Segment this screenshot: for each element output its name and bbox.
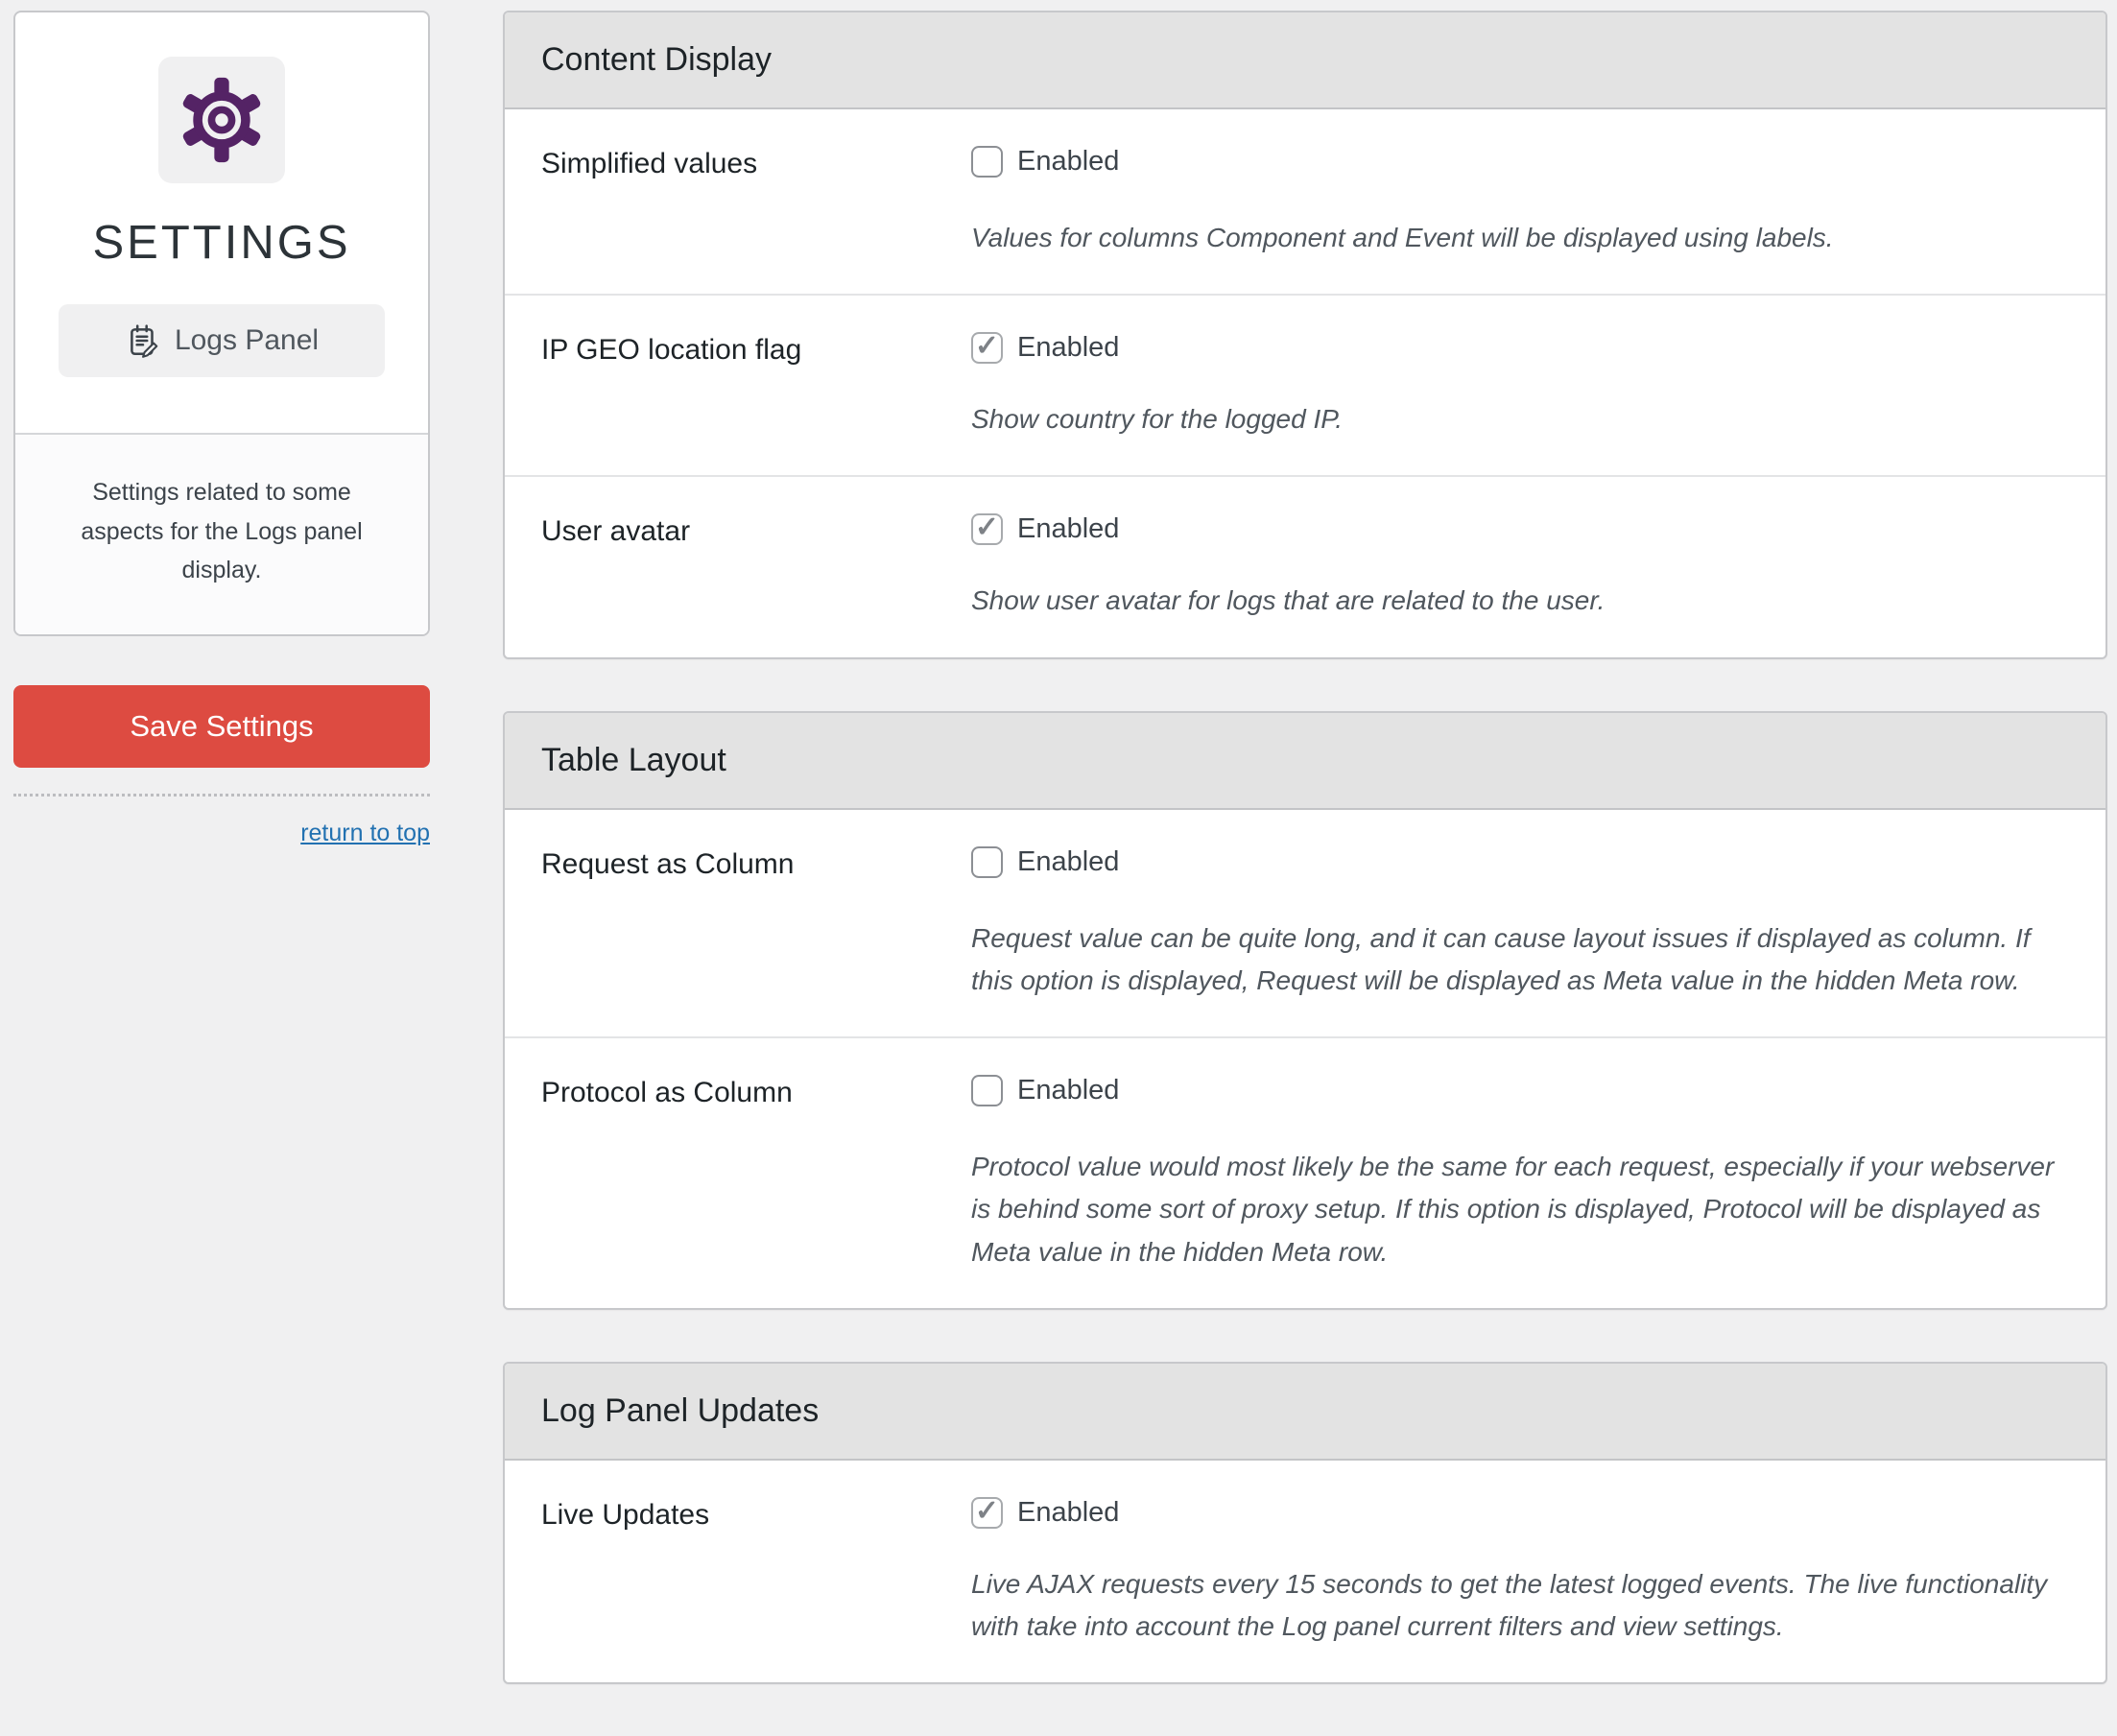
logs-panel-label: Logs Panel: [174, 324, 320, 356]
setting-description: Values for columns Component and Event w…: [971, 223, 1834, 252]
enabled-label: Enabled: [1017, 332, 1120, 364]
enabled-checkbox[interactable]: [971, 332, 1003, 365]
setting-description: Live AJAX requests every 15 seconds to g…: [971, 1568, 2048, 1642]
enabled-checkbox[interactable]: [971, 1075, 1003, 1107]
settings-gear-tile: [158, 57, 285, 183]
setting-description: Protocol value would most likely be the …: [971, 1152, 2055, 1267]
enabled-label: Enabled: [1017, 146, 1120, 177]
enabled-label: Enabled: [1017, 845, 1120, 877]
setting-description: Request value can be quite long, and it …: [971, 922, 2031, 995]
setting-label: Protocol as Column: [541, 1077, 793, 1109]
section-title: Content Display: [541, 41, 773, 78]
enabled-option[interactable]: Enabled: [971, 1075, 1120, 1107]
logs-panel-button[interactable]: Logs Panel: [59, 304, 385, 377]
section-table-layout: Table Layout Request as Column Enabled R…: [503, 710, 2107, 1310]
section-title: Log Panel Updates: [541, 1391, 820, 1429]
setting-label: Request as Column: [541, 847, 795, 880]
setting-row-protocol-as-column: Protocol as Column Enabled Protocol valu…: [505, 1038, 2105, 1308]
enabled-option[interactable]: Enabled: [971, 332, 1120, 365]
enabled-label: Enabled: [1017, 1075, 1120, 1106]
return-to-top-link[interactable]: return to top: [13, 820, 430, 847]
section-log-panel-updates: Log Panel Updates Live Updates Enabled L…: [503, 1361, 2107, 1685]
setting-label: Live Updates: [541, 1498, 710, 1531]
setting-control: Enabled Values for columns Component and…: [971, 146, 2069, 267]
save-settings-button[interactable]: Save Settings: [13, 684, 430, 768]
enabled-option[interactable]: Enabled: [971, 1496, 1120, 1529]
sidebar-title: SETTINGS: [92, 217, 351, 269]
section-header: Content Display: [505, 12, 2105, 109]
setting-control: Enabled Live AJAX requests every 15 seco…: [971, 1496, 2069, 1655]
setting-row-request-as-column: Request as Column Enabled Request value …: [505, 810, 2105, 1039]
setting-label: User avatar: [541, 515, 691, 548]
setting-row-live-updates: Live Updates Enabled Live AJAX requests …: [505, 1461, 2105, 1682]
enabled-checkbox[interactable]: [971, 1496, 1003, 1529]
setting-control: Enabled Show user avatar for logs that a…: [971, 513, 2069, 630]
enabled-label: Enabled: [1017, 1496, 1120, 1528]
main-content: Content Display Simplified values Enable…: [503, 11, 2107, 1736]
settings-card: SETTINGS Logs Panel Settings related to …: [13, 11, 430, 636]
enabled-label: Enabled: [1017, 513, 1120, 545]
section-header: Log Panel Updates: [505, 1363, 2105, 1461]
setting-description: Show country for the logged IP.: [971, 404, 1344, 435]
setting-control: Enabled Request value can be quite long,…: [971, 845, 2069, 1010]
enabled-checkbox[interactable]: [971, 513, 1003, 546]
settings-page: SETTINGS Logs Panel Settings related to …: [0, 0, 2117, 1685]
enabled-option[interactable]: Enabled: [971, 146, 1119, 178]
enabled-option[interactable]: Enabled: [971, 845, 1120, 878]
section-title: Table Layout: [541, 741, 726, 778]
gear-icon: [182, 77, 261, 163]
section-content-display: Content Display Simplified values Enable…: [503, 11, 2107, 659]
section-header: Table Layout: [505, 712, 2105, 810]
setting-row-simplified-values: Simplified values Enabled Values for col…: [505, 109, 2105, 297]
setting-control: Enabled Show country for the logged IP.: [971, 332, 2069, 448]
enabled-option[interactable]: Enabled: [971, 513, 1120, 546]
sidebar-divider: [13, 793, 430, 797]
setting-label: IP GEO location flag: [541, 334, 802, 367]
setting-label: Simplified values: [541, 148, 758, 179]
setting-row-ip-geo-location-flag: IP GEO location flag Enabled Show countr…: [505, 296, 2105, 478]
setting-row-user-avatar: User avatar Enabled Show user avatar for…: [505, 477, 2105, 656]
enabled-checkbox[interactable]: [971, 146, 1003, 178]
enabled-checkbox[interactable]: [971, 845, 1003, 878]
notepad-pen-icon: [131, 324, 158, 358]
setting-control: Enabled Protocol value would most likely…: [971, 1075, 2069, 1281]
sidebar: SETTINGS Logs Panel Settings related to …: [13, 11, 430, 847]
sidebar-description: Settings related to some aspects for the…: [15, 433, 428, 634]
setting-description: Show user avatar for logs that are relat…: [971, 585, 1606, 616]
